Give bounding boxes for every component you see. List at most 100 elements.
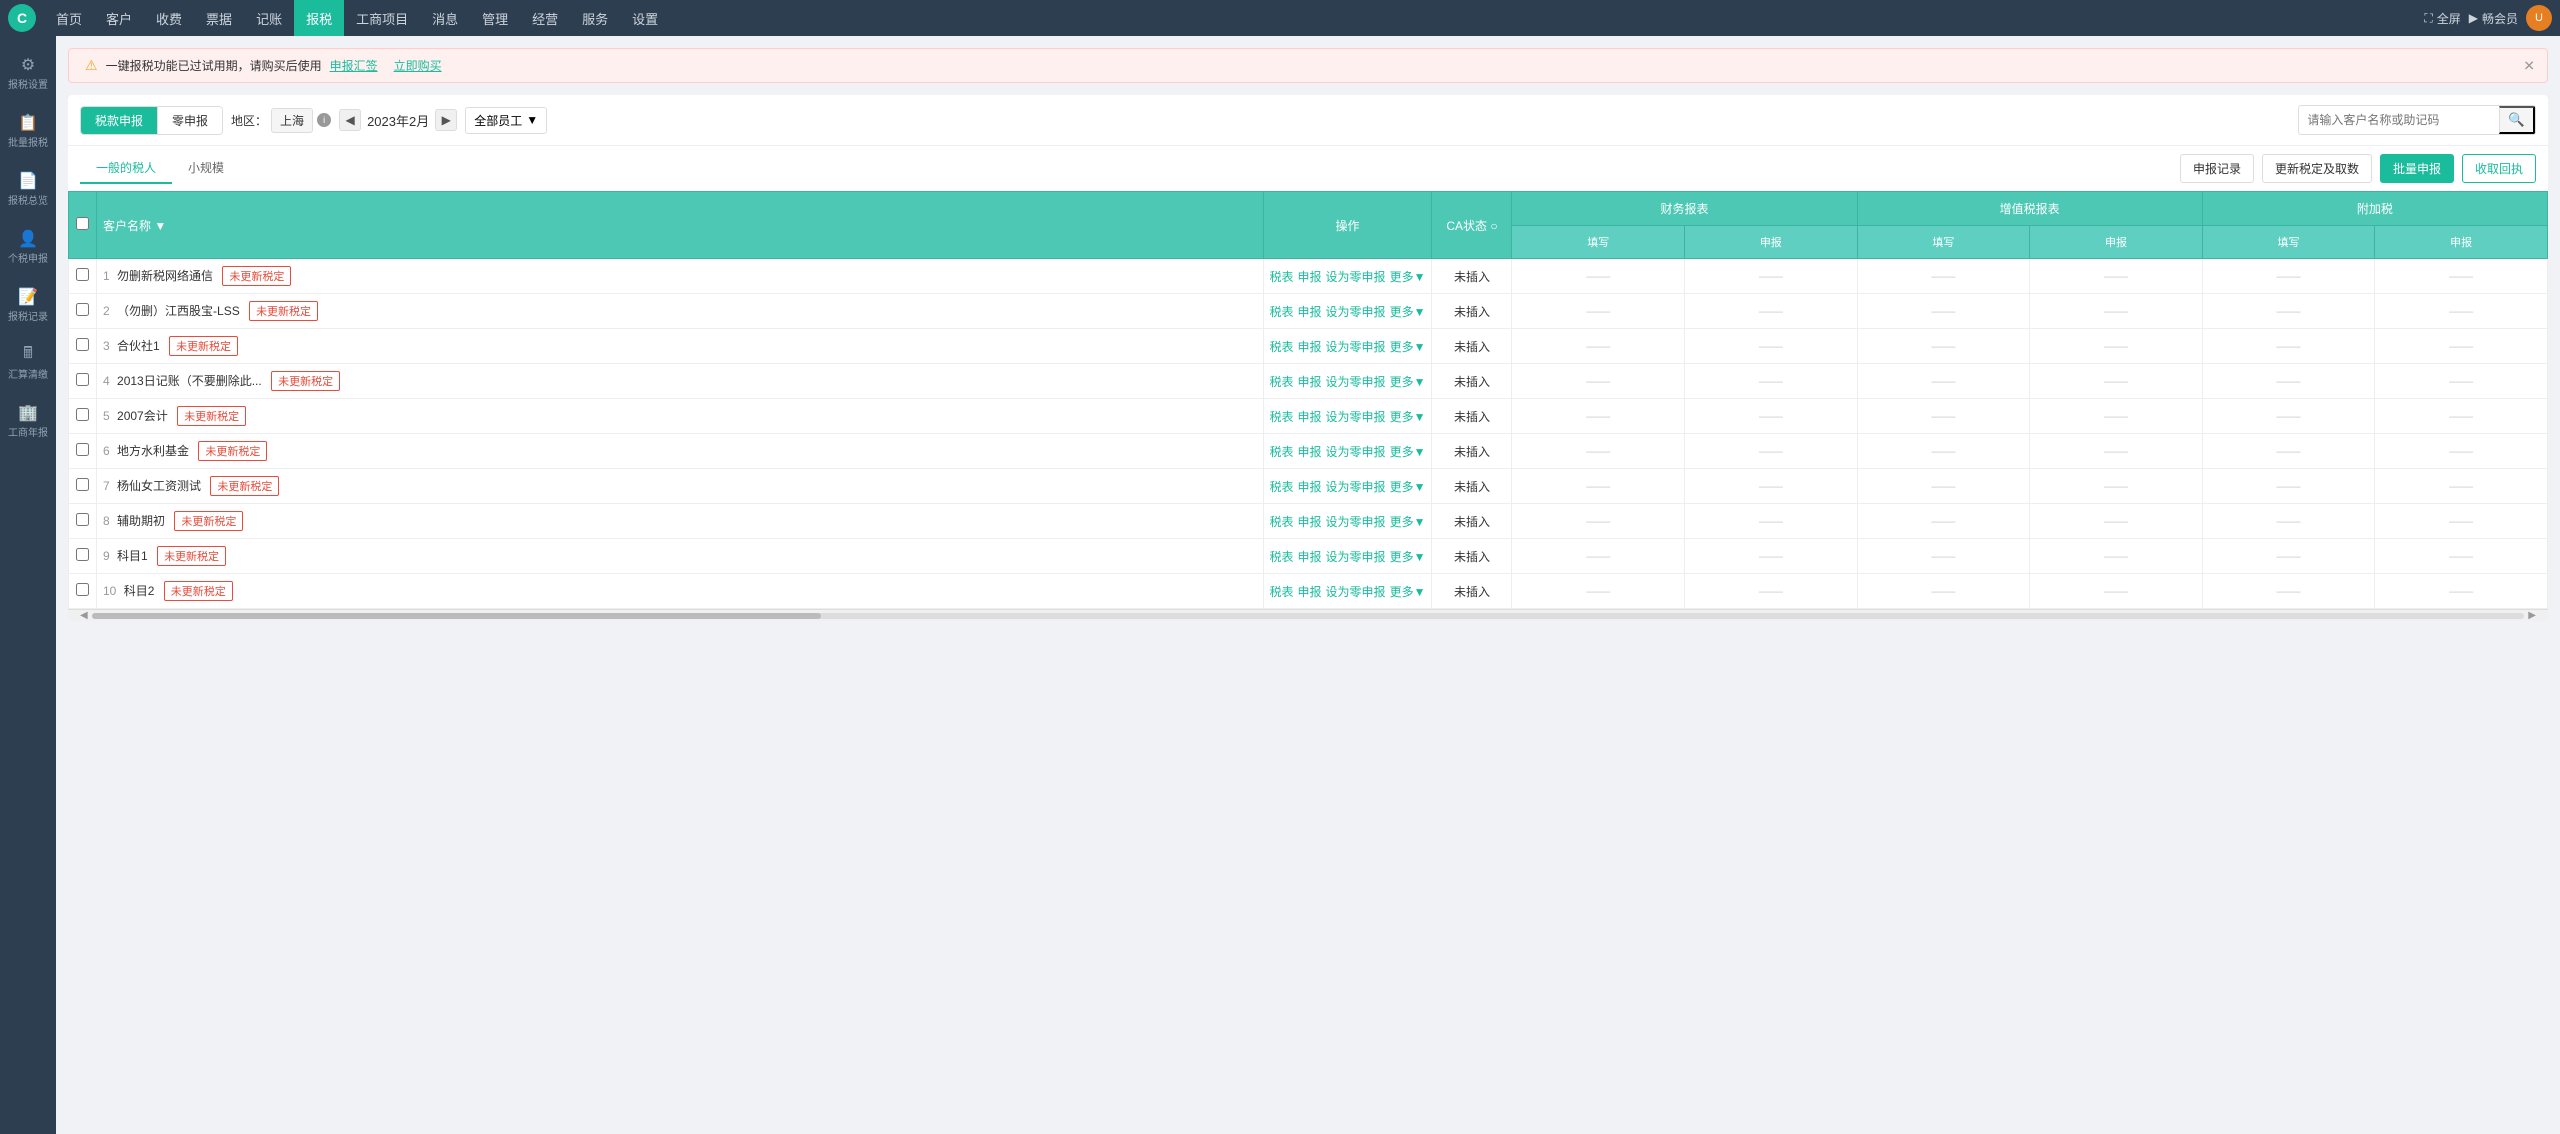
row-checkbox-2[interactable]	[76, 338, 89, 351]
action-more[interactable]: 更多▼	[1390, 338, 1426, 355]
next-month-button[interactable]: ▶	[435, 109, 457, 131]
nav-manage[interactable]: 管理	[470, 0, 520, 36]
nav-client[interactable]: 客户	[94, 0, 144, 36]
action-declare[interactable]: 申报	[1298, 583, 1322, 600]
row-checkbox-7[interactable]	[76, 513, 89, 526]
sort-icon[interactable]: ▼	[154, 219, 166, 233]
banner-close-button[interactable]: ✕	[2523, 57, 2535, 74]
scroll-right-arrow[interactable]: ▶	[2524, 610, 2540, 621]
employee-filter[interactable]: 全部员工 ▼	[465, 107, 547, 134]
th-checkbox[interactable]	[69, 192, 97, 259]
action-more[interactable]: 更多▼	[1390, 478, 1426, 495]
action-tax-form[interactable]: 税表	[1270, 478, 1294, 495]
row-checkbox-cell[interactable]	[69, 504, 97, 539]
sidebar-item-settlement[interactable]: 🖩 汇算清缴	[0, 334, 56, 392]
nav-settings[interactable]: 设置	[620, 0, 670, 36]
action-declare[interactable]: 申报	[1298, 303, 1322, 320]
action-more[interactable]: 更多▼	[1390, 548, 1426, 565]
fullscreen-button[interactable]: ⛶ 全屏	[2424, 10, 2460, 27]
row-checkbox-cell[interactable]	[69, 259, 97, 294]
action-declare[interactable]: 申报	[1298, 373, 1322, 390]
action-more[interactable]: 更多▼	[1390, 583, 1426, 600]
action-tax-form[interactable]: 税表	[1270, 268, 1294, 285]
row-checkbox-cell[interactable]	[69, 539, 97, 574]
prev-month-button[interactable]: ◀	[339, 109, 361, 131]
action-more[interactable]: 更多▼	[1390, 373, 1426, 390]
select-all-checkbox[interactable]	[76, 217, 89, 230]
action-zero-declare[interactable]: 设为零申报	[1326, 548, 1386, 565]
action-tax-form[interactable]: 税表	[1270, 583, 1294, 600]
action-more[interactable]: 更多▼	[1390, 513, 1426, 530]
action-more[interactable]: 更多▼	[1390, 443, 1426, 460]
action-declare[interactable]: 申报	[1298, 513, 1322, 530]
action-more[interactable]: 更多▼	[1390, 303, 1426, 320]
action-tax-form[interactable]: 税表	[1270, 373, 1294, 390]
action-tax-form[interactable]: 税表	[1270, 513, 1294, 530]
row-checkbox-0[interactable]	[76, 268, 89, 281]
action-declare[interactable]: 申报	[1298, 443, 1322, 460]
action-more[interactable]: 更多▼	[1390, 408, 1426, 425]
sidebar-item-batch-tax[interactable]: 📋 批量报税	[0, 102, 56, 160]
action-declare[interactable]: 申报	[1298, 408, 1322, 425]
nav-tax[interactable]: 报税	[294, 0, 344, 36]
row-checkbox-cell[interactable]	[69, 294, 97, 329]
action-tax-form[interactable]: 税表	[1270, 408, 1294, 425]
nav-invoice[interactable]: 票据	[194, 0, 244, 36]
action-zero-declare[interactable]: 设为零申报	[1326, 443, 1386, 460]
declare-record-button[interactable]: 申报记录	[2180, 154, 2254, 183]
action-tax-form[interactable]: 税表	[1270, 338, 1294, 355]
nav-bookkeeping[interactable]: 记账	[244, 0, 294, 36]
nav-operation[interactable]: 经营	[520, 0, 570, 36]
row-checkbox-cell[interactable]	[69, 364, 97, 399]
row-checkbox-1[interactable]	[76, 303, 89, 316]
sub-tab-general[interactable]: 一般的税人	[80, 153, 172, 184]
row-checkbox-3[interactable]	[76, 373, 89, 386]
sidebar-item-tax-overview[interactable]: 📄 报税总览	[0, 160, 56, 218]
action-tax-form[interactable]: 税表	[1270, 548, 1294, 565]
row-checkbox-6[interactable]	[76, 478, 89, 491]
action-zero-declare[interactable]: 设为零申报	[1326, 268, 1386, 285]
sidebar-item-personal-tax[interactable]: 👤 个税申报	[0, 218, 56, 276]
nav-home[interactable]: 首页	[44, 0, 94, 36]
banner-link-report[interactable]: 申报汇签	[330, 57, 378, 74]
info-icon[interactable]: i	[317, 113, 331, 127]
sidebar-item-tax-records[interactable]: 📝 报税记录	[0, 276, 56, 334]
tab-zero-declaration[interactable]: 零申报	[158, 107, 222, 134]
action-declare[interactable]: 申报	[1298, 338, 1322, 355]
nav-business[interactable]: 工商项目	[344, 0, 420, 36]
batch-declare-button[interactable]: 批量申报	[2380, 154, 2454, 183]
action-zero-declare[interactable]: 设为零申报	[1326, 478, 1386, 495]
row-checkbox-cell[interactable]	[69, 329, 97, 364]
action-declare[interactable]: 申报	[1298, 478, 1322, 495]
sidebar-item-annual-report[interactable]: 🏢 工商年报	[0, 392, 56, 450]
action-zero-declare[interactable]: 设为零申报	[1326, 303, 1386, 320]
row-checkbox-8[interactable]	[76, 548, 89, 561]
action-zero-declare[interactable]: 设为零申报	[1326, 513, 1386, 530]
row-checkbox-cell[interactable]	[69, 574, 97, 609]
scroll-left-arrow[interactable]: ◀	[76, 610, 92, 621]
row-checkbox-9[interactable]	[76, 583, 89, 596]
nav-billing[interactable]: 收费	[144, 0, 194, 36]
row-checkbox-cell[interactable]	[69, 469, 97, 504]
action-declare[interactable]: 申报	[1298, 268, 1322, 285]
retrieve-receipt-button[interactable]: 收取回执	[2462, 154, 2536, 183]
action-zero-declare[interactable]: 设为零申报	[1326, 373, 1386, 390]
user-avatar[interactable]: U	[2526, 5, 2552, 31]
nav-service[interactable]: 服务	[570, 0, 620, 36]
horizontal-scrollbar[interactable]: ◀ ▶	[68, 609, 2548, 621]
sub-tab-small[interactable]: 小规模	[172, 153, 240, 184]
update-tax-button[interactable]: 更新税定及取数	[2262, 154, 2372, 183]
search-button[interactable]: 🔍	[2499, 106, 2535, 134]
tab-tax-declaration[interactable]: 税款申报	[81, 107, 158, 134]
row-checkbox-5[interactable]	[76, 443, 89, 456]
action-tax-form[interactable]: 税表	[1270, 303, 1294, 320]
action-zero-declare[interactable]: 设为零申报	[1326, 583, 1386, 600]
row-checkbox-cell[interactable]	[69, 399, 97, 434]
scroll-track[interactable]	[92, 613, 2525, 619]
banner-link-buy[interactable]: 立即购买	[394, 57, 442, 74]
vip-button[interactable]: ▶ 畅会员	[2469, 10, 2518, 27]
action-zero-declare[interactable]: 设为零申报	[1326, 408, 1386, 425]
action-zero-declare[interactable]: 设为零申报	[1326, 338, 1386, 355]
search-input[interactable]	[2299, 109, 2499, 131]
row-checkbox-4[interactable]	[76, 408, 89, 421]
